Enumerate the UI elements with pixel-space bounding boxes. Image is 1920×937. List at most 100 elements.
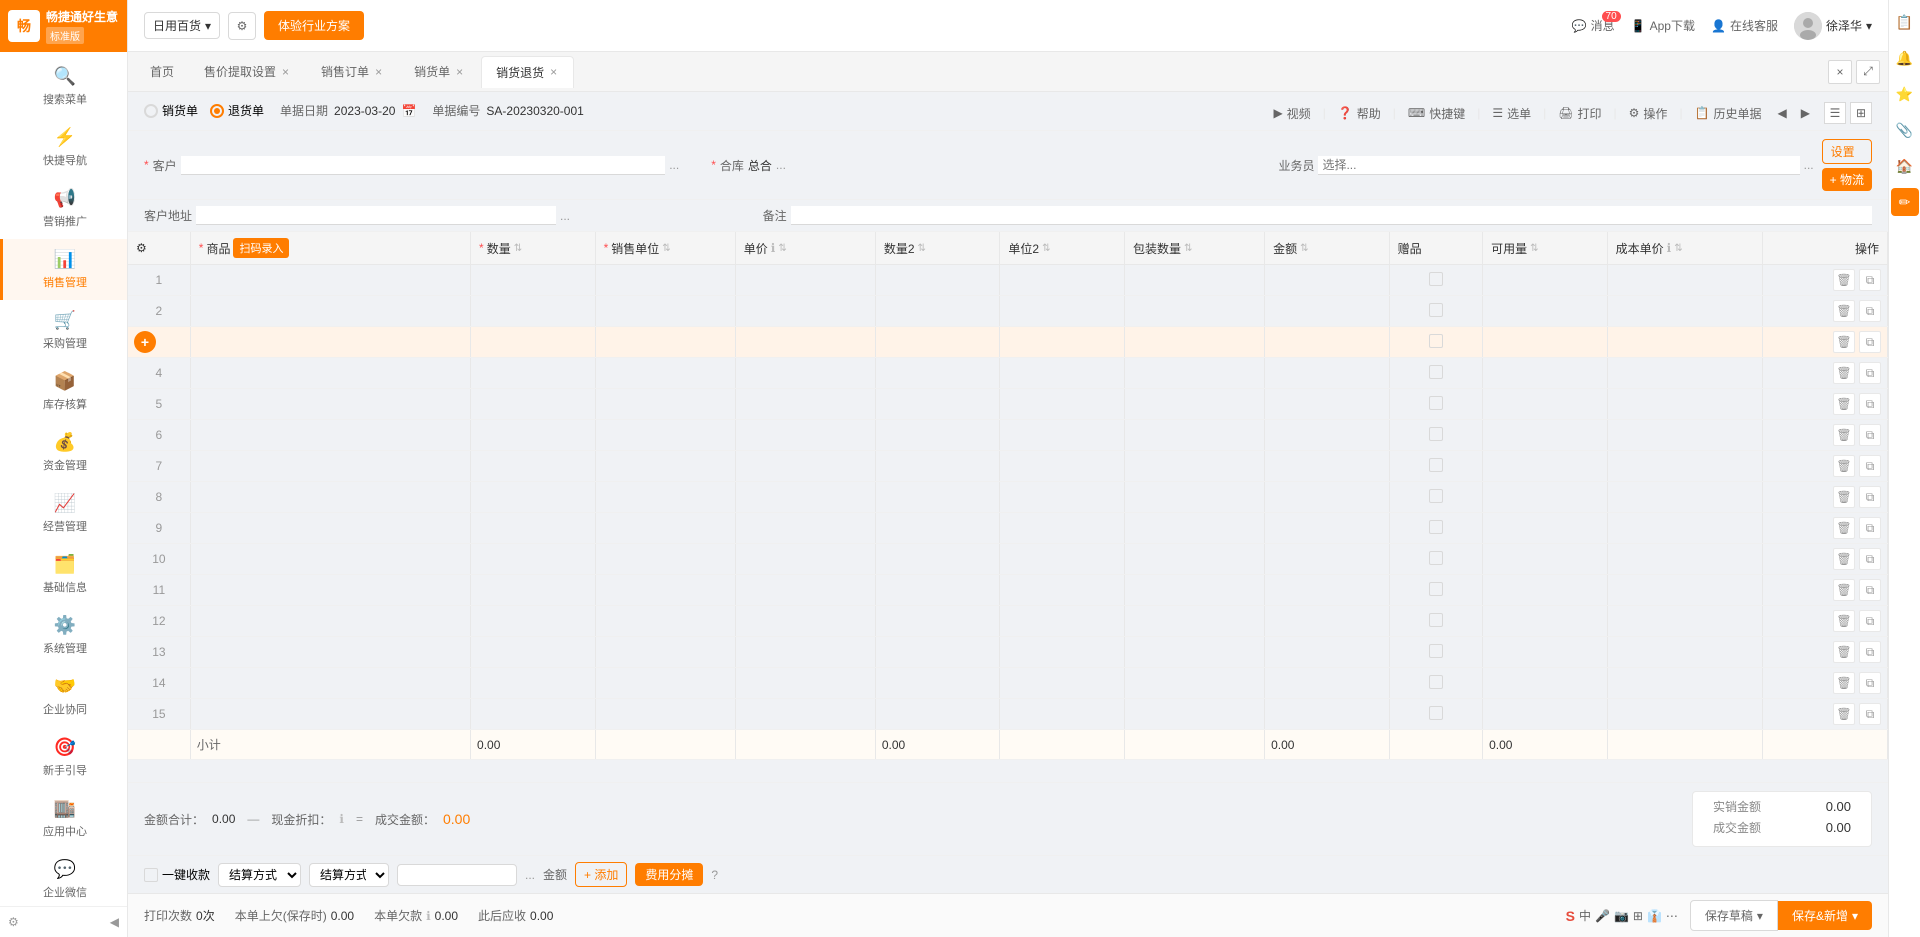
qty2-cell[interactable]	[875, 358, 1000, 389]
topbar-settings-button[interactable]: ⚙	[228, 12, 256, 40]
gift-cell[interactable]	[1389, 575, 1482, 606]
warehouse-select-icon[interactable]: ...	[776, 158, 786, 172]
gift-cell[interactable]	[1389, 606, 1482, 637]
copy-row-button[interactable]: ⧉	[1859, 641, 1881, 663]
unit2-cell[interactable]	[1000, 296, 1125, 327]
view-grid-icon[interactable]: ⊞	[1850, 102, 1872, 124]
sell-unit-cell[interactable]	[595, 358, 735, 389]
sidebar-item-newbie[interactable]: 🎯 新手引导	[0, 727, 127, 788]
cost-price-cell[interactable]	[1607, 699, 1763, 730]
qty-cell[interactable]	[471, 513, 596, 544]
tab-close-sell-settings[interactable]: ×	[280, 65, 291, 79]
available-cell[interactable]	[1483, 265, 1608, 296]
price-cell[interactable]	[735, 606, 875, 637]
tab-home[interactable]: 首页	[136, 56, 188, 88]
right-panel-btn-2[interactable]: 🔔	[1891, 44, 1919, 72]
sell-unit-cell[interactable]	[595, 606, 735, 637]
copy-row-button[interactable]: ⧉	[1859, 672, 1881, 694]
copy-row-button[interactable]: ⧉	[1859, 393, 1881, 415]
cost-price-cell[interactable]	[1607, 265, 1763, 296]
price-cell[interactable]	[735, 544, 875, 575]
gift-cell[interactable]	[1389, 513, 1482, 544]
product-input[interactable]	[197, 304, 464, 318]
sell-unit-cell[interactable]	[595, 513, 735, 544]
shortcut-key-button[interactable]: ⌨ 快捷键	[1402, 103, 1471, 124]
available-cell[interactable]	[1483, 544, 1608, 575]
save-draft-button[interactable]: 保存草稿 ▾	[1690, 900, 1778, 931]
product-cell[interactable]	[190, 389, 470, 420]
pkg-qty-cell[interactable]	[1124, 544, 1264, 575]
qty-cell[interactable]	[471, 327, 596, 358]
sell-unit-cell[interactable]	[595, 699, 735, 730]
gift-checkbox[interactable]	[1429, 489, 1443, 503]
delete-row-button[interactable]: 🗑	[1833, 703, 1855, 725]
product-input[interactable]	[197, 552, 464, 566]
qty-cell[interactable]	[471, 699, 596, 730]
qty-cell[interactable]	[471, 296, 596, 327]
col-settings-icon[interactable]: ⚙	[136, 241, 147, 255]
gift-cell[interactable]	[1389, 327, 1482, 358]
unit2-cell[interactable]	[1000, 637, 1125, 668]
amount-sort-icon[interactable]: ⇅	[1300, 243, 1308, 254]
gift-cell[interactable]	[1389, 420, 1482, 451]
sidebar-item-appstore[interactable]: 🏬 应用中心	[0, 788, 127, 849]
cost-info-icon[interactable]: ℹ	[1667, 241, 1672, 255]
product-input[interactable]	[197, 490, 464, 504]
product-input[interactable]	[197, 397, 464, 411]
qty2-cell[interactable]	[875, 606, 1000, 637]
pkg-qty-cell[interactable]	[1124, 296, 1264, 327]
amount-cell[interactable]	[1265, 358, 1390, 389]
sidebar-item-inventory[interactable]: 📦 库存核算	[0, 361, 127, 422]
sidebar-settings-icon[interactable]: ⚙	[8, 915, 19, 929]
sidebar-item-operation[interactable]: 📈 经营管理	[0, 483, 127, 544]
customer-select-icon[interactable]: ...	[669, 158, 679, 172]
cash-discount-info[interactable]: ℹ	[339, 812, 344, 826]
unit2-cell[interactable]	[1000, 265, 1125, 296]
sell-unit-sort-icon[interactable]: ⇅	[662, 243, 670, 254]
sidebar-item-enterprise[interactable]: 🤝 企业协同	[0, 666, 127, 727]
price-cell[interactable]	[735, 451, 875, 482]
cost-price-cell[interactable]	[1607, 296, 1763, 327]
gift-cell[interactable]	[1389, 482, 1482, 513]
gift-checkbox[interactable]	[1429, 334, 1443, 348]
save-draft-dropdown-icon[interactable]: ▾	[1757, 909, 1763, 923]
pkg-qty-cell[interactable]	[1124, 420, 1264, 451]
one-click-checkbox[interactable]	[144, 868, 158, 882]
price-cell[interactable]	[735, 327, 875, 358]
unit2-cell[interactable]	[1000, 668, 1125, 699]
settlement-method-select[interactable]: 结算方式	[218, 863, 301, 887]
product-cell[interactable]	[190, 265, 470, 296]
sell-unit-cell[interactable]	[595, 482, 735, 513]
right-panel-btn-5[interactable]: 🏠	[1891, 152, 1919, 180]
unit2-cell[interactable]	[1000, 544, 1125, 575]
qty2-cell[interactable]	[875, 668, 1000, 699]
pkg-qty-cell[interactable]	[1124, 265, 1264, 296]
qty2-cell[interactable]	[875, 420, 1000, 451]
address-select-icon[interactable]: ...	[560, 209, 570, 223]
available-cell[interactable]	[1483, 420, 1608, 451]
video-button[interactable]: ▶ 视频	[1267, 103, 1316, 124]
available-cell[interactable]	[1483, 668, 1608, 699]
product-input[interactable]	[197, 335, 464, 349]
copy-row-button[interactable]: ⧉	[1859, 517, 1881, 539]
qty-cell[interactable]	[471, 482, 596, 513]
amount-cell[interactable]	[1265, 296, 1390, 327]
delete-row-button[interactable]: 🗑	[1833, 610, 1855, 632]
operate-button[interactable]: ⚙ 操作	[1623, 103, 1674, 124]
product-input[interactable]	[197, 273, 464, 287]
product-input[interactable]	[197, 645, 464, 659]
sidebar-item-wechat[interactable]: 💬 企业微信	[0, 849, 127, 906]
qty2-cell[interactable]	[875, 544, 1000, 575]
sell-unit-cell[interactable]	[595, 327, 735, 358]
gift-cell[interactable]	[1389, 451, 1482, 482]
tab-close-sell-return[interactable]: ×	[548, 65, 559, 79]
product-input[interactable]	[197, 521, 464, 535]
price-sort-icon[interactable]: ⇅	[778, 243, 786, 254]
qty-cell[interactable]	[471, 668, 596, 699]
tab-sell-order[interactable]: 销售订单 ×	[307, 56, 398, 88]
account-select-icon[interactable]: ...	[525, 868, 535, 882]
copy-row-button[interactable]: ⧉	[1859, 486, 1881, 508]
price-cell[interactable]	[735, 637, 875, 668]
cost-price-cell[interactable]	[1607, 575, 1763, 606]
available-cell[interactable]	[1483, 482, 1608, 513]
